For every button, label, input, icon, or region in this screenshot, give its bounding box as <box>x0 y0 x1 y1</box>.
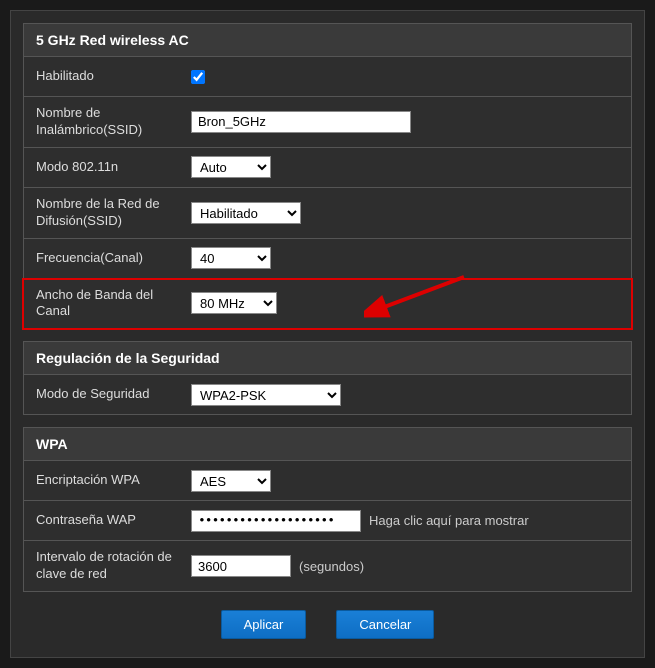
encryption-label: Encriptación WPA <box>36 472 191 489</box>
interval-input[interactable] <box>191 555 291 577</box>
interval-unit: (segundos) <box>299 559 364 574</box>
row-broadcast: Nombre de la Red de Difusión(SSID) Habil… <box>23 188 632 239</box>
security-mode-label: Modo de Seguridad <box>36 386 191 403</box>
bandwidth-select[interactable]: 80 MHz <box>191 292 277 314</box>
row-enabled: Habilitado <box>23 57 632 97</box>
enabled-checkbox[interactable] <box>191 70 205 84</box>
ssid-label: Nombre de Inalámbrico(SSID) <box>36 105 191 139</box>
interval-label: Intervalo de rotación de clave de red <box>36 549 191 583</box>
password-hint[interactable]: Haga clic aquí para mostrar <box>369 513 529 528</box>
channel-label: Frecuencia(Canal) <box>36 250 191 267</box>
mode-select[interactable]: Auto <box>191 156 271 178</box>
encryption-select[interactable]: AES <box>191 470 271 492</box>
apply-button[interactable]: Aplicar <box>221 610 307 639</box>
row-ssid: Nombre de Inalámbrico(SSID) <box>23 97 632 148</box>
row-bandwidth: Ancho de Banda del Canal 80 MHz <box>23 279 632 330</box>
row-security-mode: Modo de Seguridad WPA2-PSK <box>23 375 632 415</box>
row-mode: Modo 802.11n Auto <box>23 148 632 188</box>
password-label: Contraseña WAP <box>36 512 191 529</box>
row-password: Contraseña WAP Haga clic aquí para mostr… <box>23 501 632 541</box>
settings-panel: 5 GHz Red wireless AC Habilitado Nombre … <box>10 10 645 658</box>
password-input[interactable] <box>191 510 361 532</box>
section-wpa-header: WPA <box>23 427 632 461</box>
row-encryption: Encriptación WPA AES <box>23 461 632 501</box>
channel-select[interactable]: 40 <box>191 247 271 269</box>
broadcast-label: Nombre de la Red de Difusión(SSID) <box>36 196 191 230</box>
bandwidth-label: Ancho de Banda del Canal <box>36 287 191 321</box>
ssid-input[interactable] <box>191 111 411 133</box>
broadcast-select[interactable]: Habilitado <box>191 202 301 224</box>
enabled-label: Habilitado <box>36 68 191 85</box>
row-channel: Frecuencia(Canal) 40 <box>23 239 632 279</box>
button-bar: Aplicar Cancelar <box>23 592 632 645</box>
mode-label: Modo 802.11n <box>36 159 191 176</box>
section-security-header: Regulación de la Seguridad <box>23 341 632 375</box>
row-interval: Intervalo de rotación de clave de red (s… <box>23 541 632 592</box>
security-mode-select[interactable]: WPA2-PSK <box>191 384 341 406</box>
section-wireless-header: 5 GHz Red wireless AC <box>23 23 632 57</box>
cancel-button[interactable]: Cancelar <box>336 610 434 639</box>
